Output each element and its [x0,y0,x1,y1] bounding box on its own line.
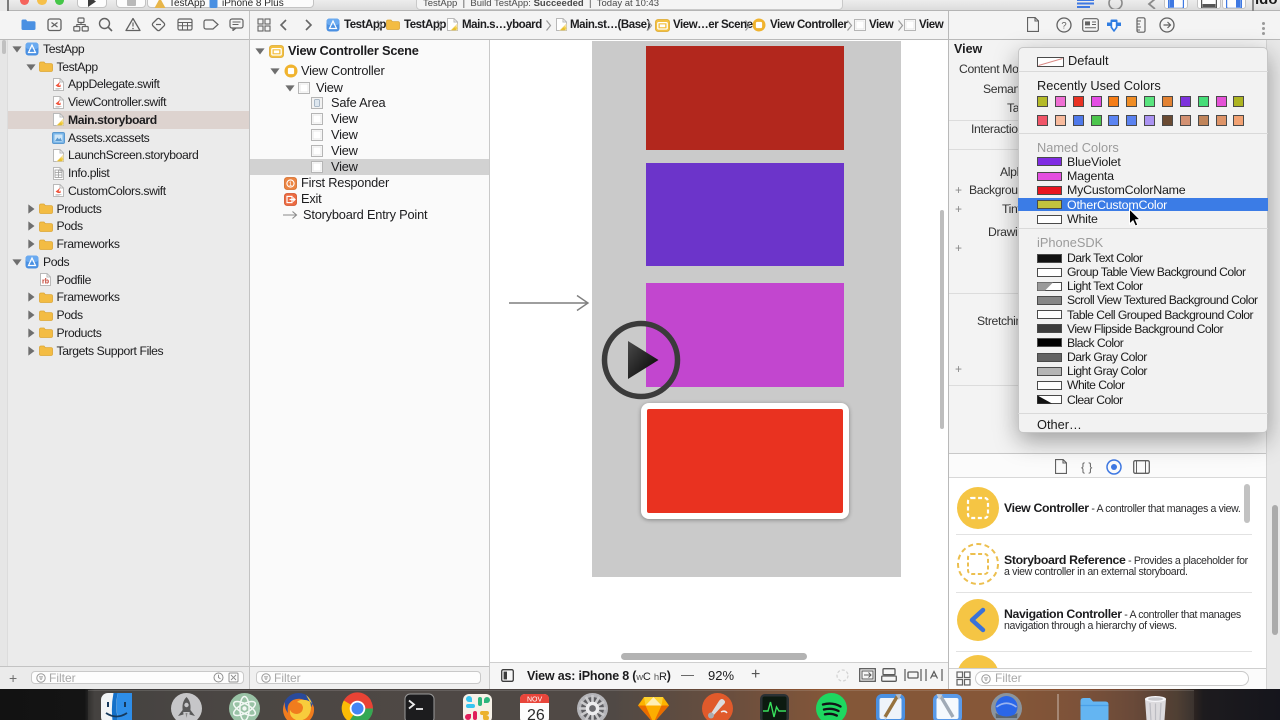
svg-text:?: ? [1061,20,1066,31]
svg-text:26: 26 [527,707,545,720]
svg-text:NOV: NOV [527,697,543,704]
svg-text:rb: rb [42,279,49,286]
svg-text:1: 1 [289,181,293,188]
